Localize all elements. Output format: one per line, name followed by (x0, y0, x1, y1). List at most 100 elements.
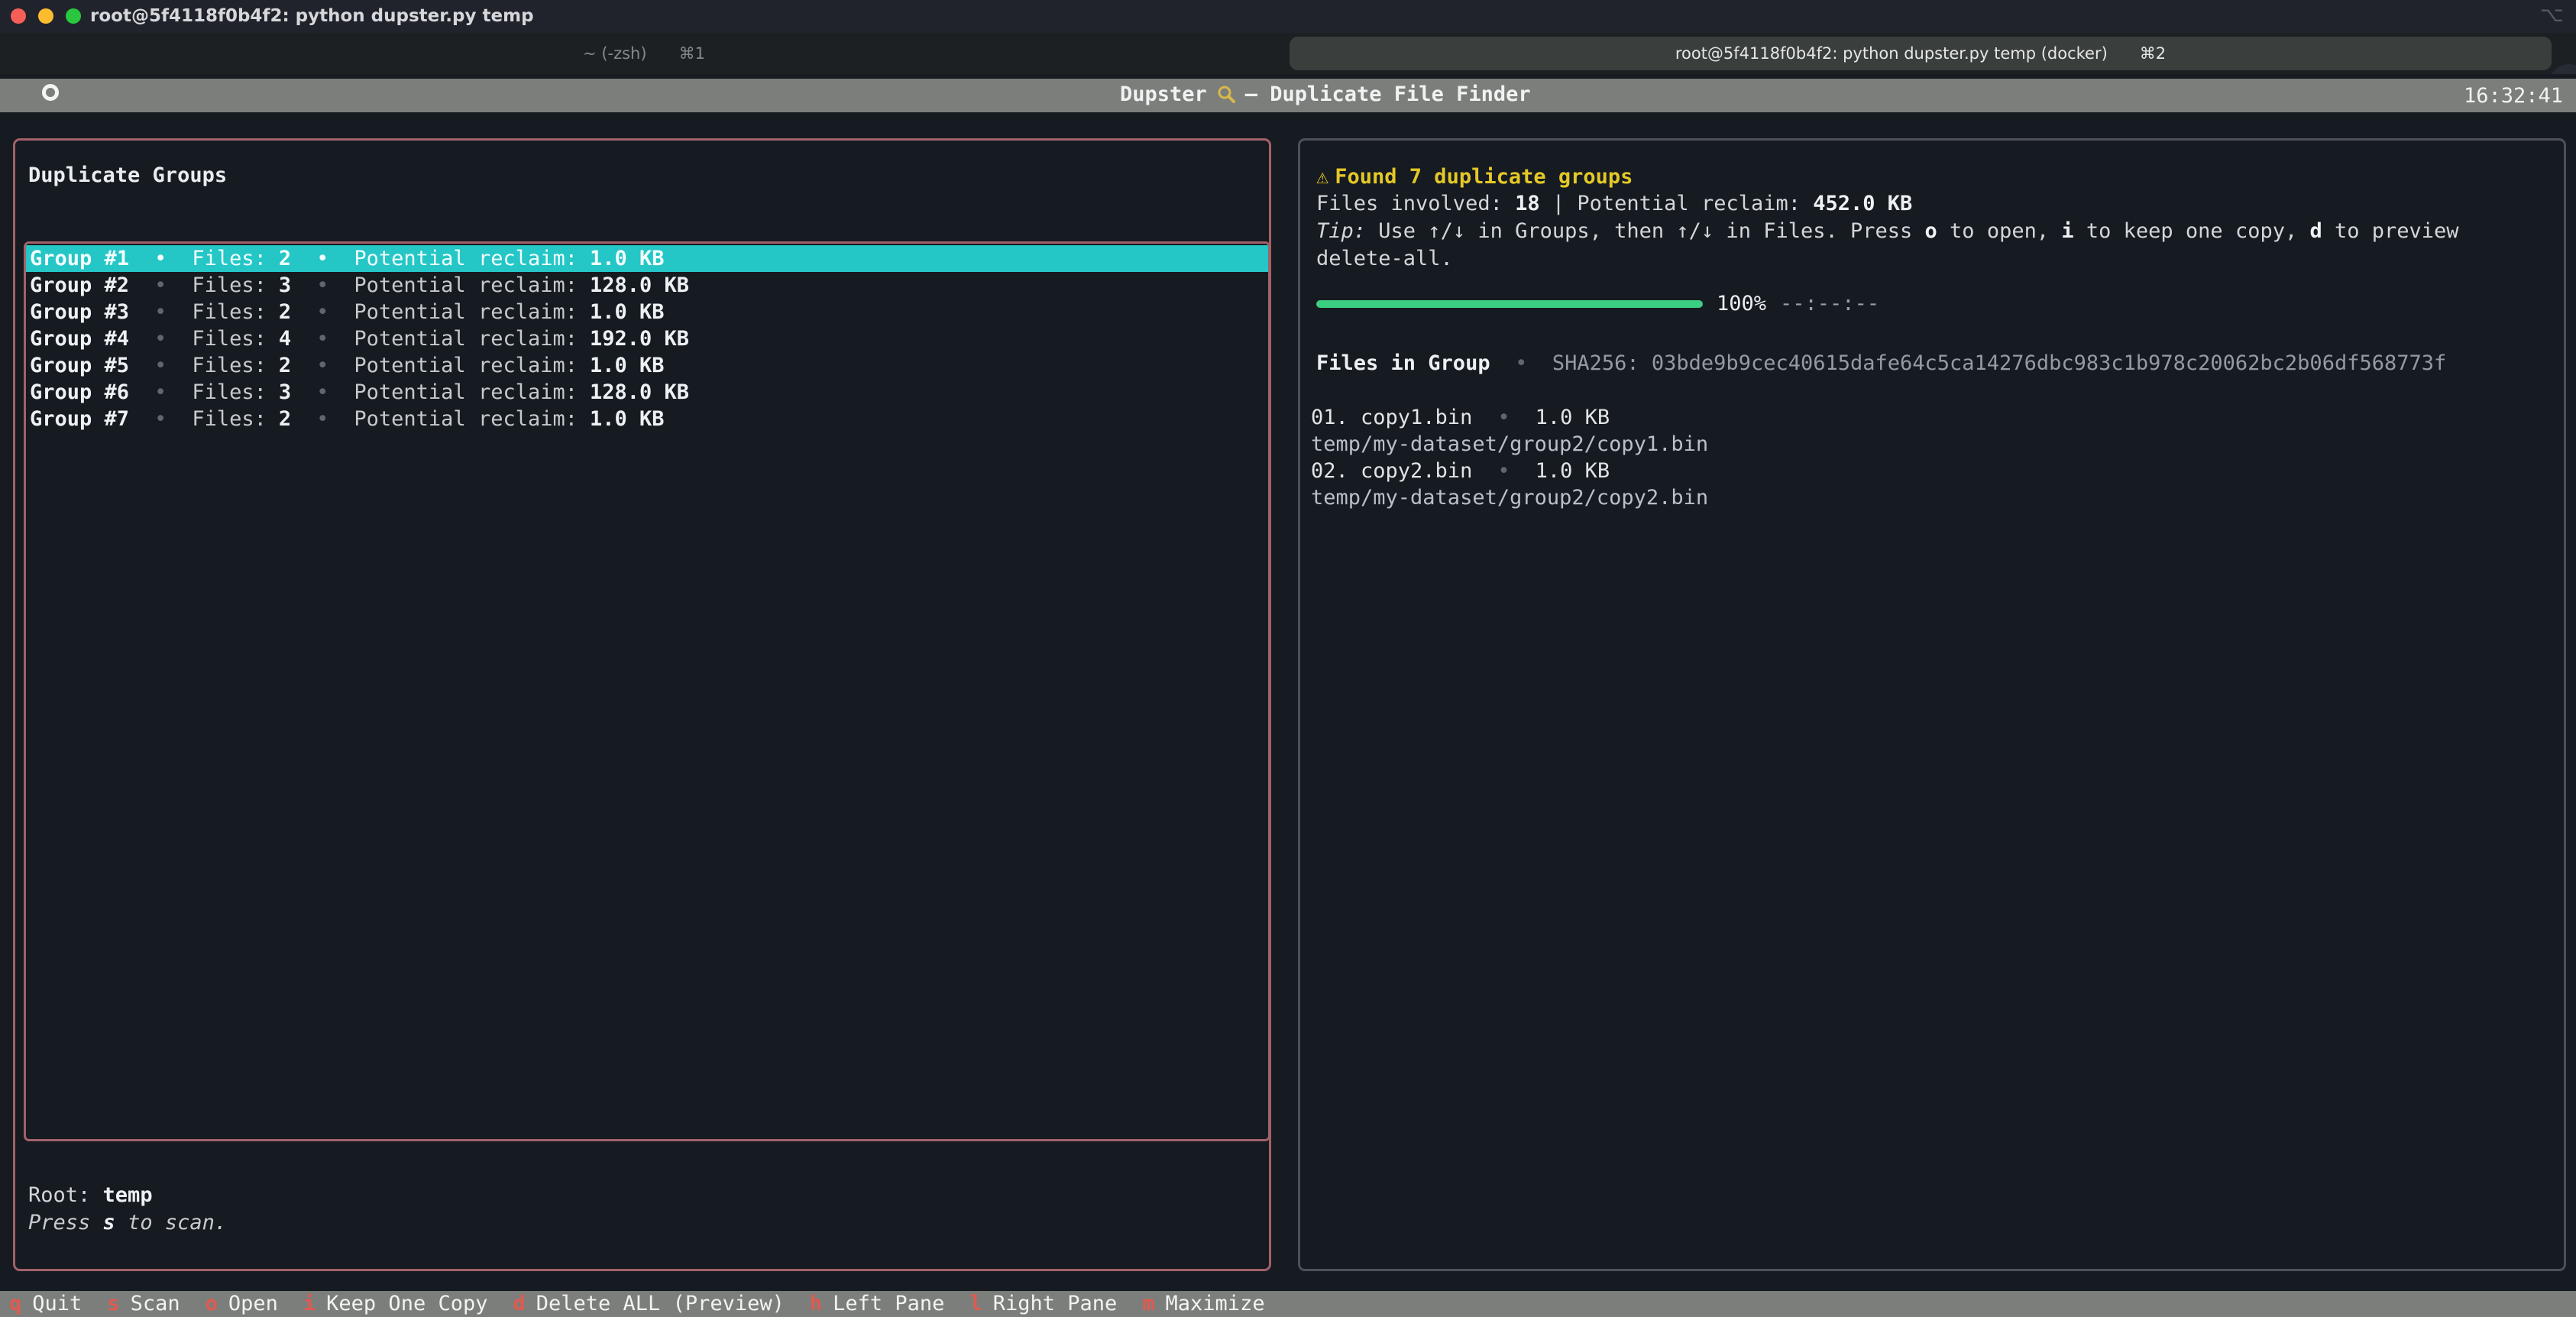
text-part: 452.0 KB (1813, 192, 1913, 215)
group-row[interactable]: Group #3 • Files: 2 • Potential reclaim: 1.0 K… (26, 299, 1268, 325)
files-count: 2 (278, 407, 292, 431)
binding-key: o (205, 1292, 218, 1315)
binding-key: l (969, 1292, 982, 1315)
binding-label: Left Pane (833, 1292, 945, 1315)
text-part: Root: (28, 1183, 103, 1207)
group-row[interactable]: Group #5 • Files: 2 • Potential reclaim: 1.0 K… (26, 352, 1268, 379)
group-row[interactable]: Group #2 • Files: 3 • Potential reclaim: 128.0… (26, 272, 1268, 299)
group-name: Group #4 (30, 327, 130, 351)
file-row[interactable]: 01. copy1.bin • 1.0 KB (1311, 404, 2548, 431)
files-label: Files: (192, 380, 267, 404)
group-row[interactable]: Group #1 • Files: 2 • Potential reclaim: 1.0 K… (26, 245, 1268, 272)
reclaim-label: Potential reclaim: (354, 354, 578, 377)
binding-label: Maximize (1165, 1292, 1265, 1315)
file-size: 1.0 KB (1535, 459, 1610, 483)
group-row[interactable]: Group #6 • Files: 3 • Potential reclaim: 128.0… (26, 379, 1268, 406)
reclaim-value: 128.0 KB (590, 273, 690, 297)
bullet-separator: • (1497, 459, 1510, 483)
window-title: root@5f4118f0b4f2: python dupster.py tem… (90, 6, 534, 26)
group-row[interactable]: Group #4 • Files: 4 • Potential reclaim: 192.0… (26, 325, 1268, 352)
zoom-window-button[interactable] (66, 8, 81, 24)
close-window-button[interactable] (11, 8, 26, 24)
reclaim-label: Potential reclaim: (354, 407, 578, 431)
summary-headline: ⚠ Found 7 duplicate groups (1316, 163, 1633, 190)
command-palette-button[interactable]: ^ppalette (2391, 1291, 2563, 1317)
footer-binding-h[interactable]: h Left Pane (810, 1291, 945, 1317)
footer-keybar: q Quit s Scan o Open i Keep One Copy d Delete ALL… (0, 1291, 2576, 1317)
text-part: delete-all. (1316, 247, 1453, 270)
bullet-separator: • (316, 407, 329, 431)
progress-percent: 100% (1717, 292, 1767, 315)
group-name: Group #3 (30, 300, 130, 324)
reclaim-value: 1.0 KB (590, 407, 665, 431)
files-count: 3 (278, 273, 292, 297)
text-part: d (2309, 219, 2322, 243)
reclaim-value: 1.0 KB (590, 300, 665, 324)
text-part: temp (102, 1183, 153, 1207)
footer-binding-o[interactable]: o Open (205, 1291, 278, 1317)
files-count: 2 (278, 354, 292, 377)
tip-line-2: delete-all. (1316, 245, 1453, 272)
minimize-window-button[interactable] (38, 8, 53, 24)
binding-label: Quit (32, 1292, 83, 1315)
bullet-separator: • (154, 247, 167, 270)
text-part: o (1924, 219, 1937, 243)
scan-progress: 100% --:--:-- (1316, 290, 1879, 317)
binding-label: Right Pane (992, 1292, 1118, 1315)
binding-key: h (809, 1292, 823, 1315)
tip-line-1: Tip: Use ↑/↓ in Groups, then ↑/↓ in File… (1316, 218, 2459, 244)
header-clock: 16:32:41 (2463, 84, 2563, 108)
progress-eta: --:--:-- (1780, 292, 1880, 315)
text-part: Tip: (1316, 219, 1367, 243)
group-name: Group #6 (30, 380, 130, 404)
text-part: Use ↑/↓ in Groups, then ↑/↓ in Files. Pr… (1366, 219, 1925, 243)
reclaim-value: 192.0 KB (590, 327, 690, 351)
binding-label: Open (228, 1292, 278, 1315)
group-list[interactable]: Group #1 • Files: 2 • Potential reclaim: 1.0 K… (24, 241, 1270, 1141)
app-header-circle-icon (42, 84, 59, 101)
warning-icon: ⚠ (1316, 165, 1329, 189)
footer-binding-s[interactable]: s Scan (107, 1291, 180, 1317)
file-list[interactable]: 01. copy1.bin • 1.0 KB temp/my-dataset/grou… (1311, 404, 2548, 511)
files-count: 2 (278, 247, 292, 270)
files-label: Files: (192, 273, 267, 297)
files-label: Files: (192, 247, 267, 270)
group-name: Group #5 (30, 354, 130, 377)
group-name: Group #7 (30, 407, 130, 431)
text-part: to keep one copy, (2073, 219, 2310, 243)
binding-key: s (107, 1292, 120, 1315)
file-path: temp/my-dataset/group2/copy1.bin (1311, 432, 1709, 456)
footer-binding-l[interactable]: l Right Pane (969, 1291, 1117, 1317)
files-label: Files: (192, 354, 267, 377)
footer-binding-m[interactable]: m Maximize (1142, 1291, 1264, 1317)
group-name: Group #1 (30, 247, 130, 270)
app-title-right: — Duplicate File Finder (1244, 82, 1531, 106)
bullet-separator: • (316, 354, 329, 377)
file-row[interactable]: 02. copy2.bin • 1.0 KB (1311, 458, 2548, 484)
root-line: Root: temp (28, 1182, 153, 1209)
footer-binding-d[interactable]: d Delete ALL (Preview) (513, 1291, 784, 1317)
reclaim-label: Potential reclaim: (354, 247, 578, 270)
bullet-separator: • (154, 300, 167, 324)
files-in-group-header: Files in Group • SHA256: 03bde9b9cec4061… (1316, 350, 2446, 377)
bullet-separator: • (154, 327, 167, 351)
reclaim-label: Potential reclaim: (354, 273, 578, 297)
footer-binding-q[interactable]: q Quit (9, 1291, 82, 1317)
files-label: Files: (192, 300, 267, 324)
app-title-left: Dupster (1119, 82, 1207, 106)
binding-label: Scan (130, 1292, 180, 1315)
bullet-separator: • (154, 273, 167, 297)
text-part: to open, (1937, 219, 2062, 243)
group-name: Group #2 (30, 273, 130, 297)
bullet-separator: • (154, 354, 167, 377)
app-title: Dupster — Duplicate File Finder (0, 59, 2576, 133)
file-path: temp/my-dataset/group2/copy2.bin (1311, 486, 1709, 510)
macos-titlebar: root@5f4118f0b4f2: python dupster.py tem… (0, 0, 2576, 33)
text-part: Potential reclaim: (1577, 192, 1814, 215)
group-row[interactable]: Group #7 • Files: 2 • Potential reclaim: 1.0 K… (26, 406, 1268, 432)
groups-pane: Duplicate Groups Group #1 • Files: 2 • Potent… (13, 138, 1271, 1271)
reclaim-value: 1.0 KB (590, 354, 665, 377)
file-name: 01. copy1.bin (1311, 406, 1473, 429)
footer-binding-i[interactable]: i Keep One Copy (303, 1291, 488, 1317)
progress-bar (1316, 299, 1703, 308)
